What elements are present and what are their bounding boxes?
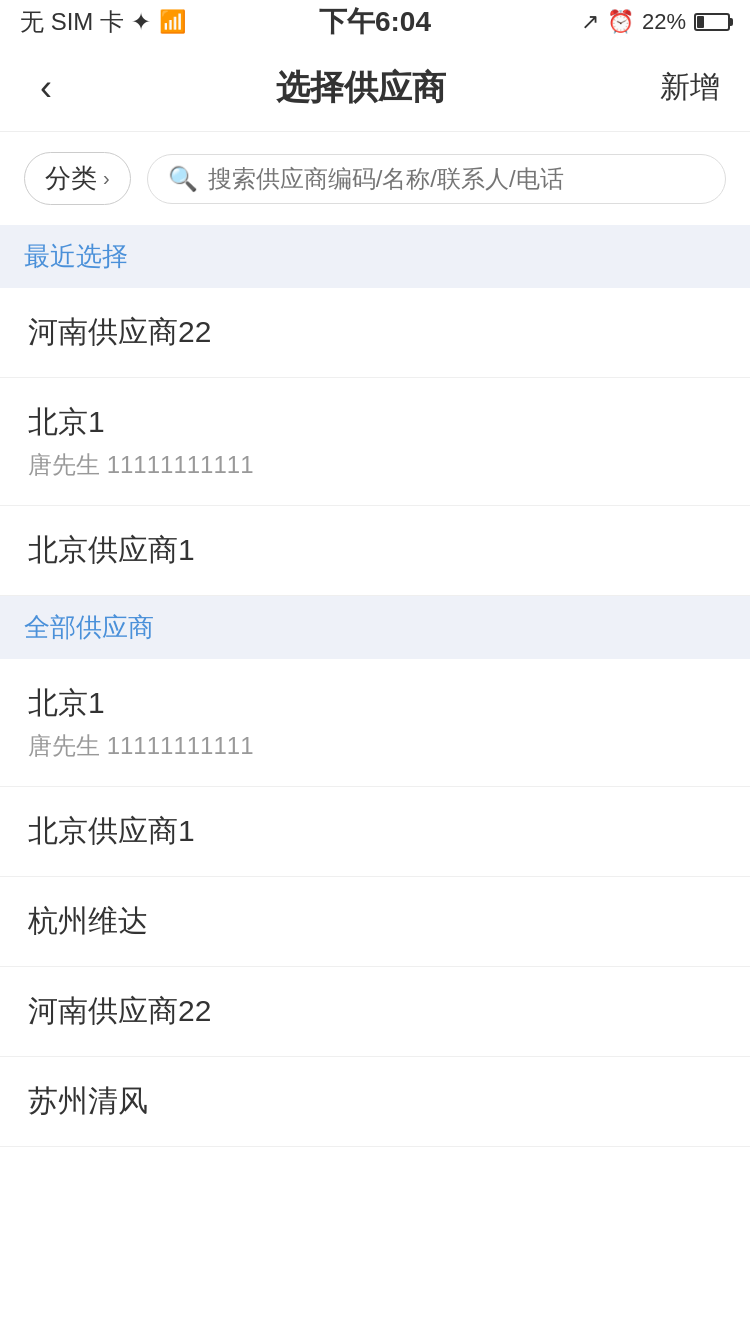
- battery-text: 22%: [642, 9, 686, 35]
- list-item[interactable]: 河南供应商22: [0, 288, 750, 378]
- recent-items-list: 河南供应商22 北京1 唐先生 11111111111 北京供应商1: [0, 288, 750, 596]
- status-left: 无 SIM 卡 ✦ 📶: [20, 6, 186, 38]
- recent-section-header: 最近选择: [0, 225, 750, 288]
- item-name: 河南供应商22: [28, 991, 722, 1032]
- item-name: 河南供应商22: [28, 312, 722, 353]
- chevron-right-icon: ›: [103, 167, 110, 190]
- item-name: 北京供应商1: [28, 811, 722, 852]
- status-time: 下午6:04: [319, 3, 431, 41]
- location-icon: ↗: [581, 9, 599, 35]
- list-item[interactable]: 杭州维达: [0, 877, 750, 967]
- add-button[interactable]: 新增: [660, 67, 720, 108]
- list-item[interactable]: 北京1 唐先生 11111111111: [0, 378, 750, 506]
- list-item[interactable]: 河南供应商22: [0, 967, 750, 1057]
- search-input[interactable]: [208, 165, 705, 193]
- all-section-header: 全部供应商: [0, 596, 750, 659]
- list-item[interactable]: 苏州清风: [0, 1057, 750, 1147]
- battery-icon: [694, 13, 730, 31]
- category-filter-button[interactable]: 分类 ›: [24, 152, 131, 205]
- search-box[interactable]: 🔍: [147, 154, 726, 204]
- filter-bar: 分类 › 🔍: [0, 132, 750, 225]
- back-button[interactable]: ‹: [30, 57, 62, 119]
- item-name: 北京1: [28, 683, 722, 724]
- search-icon: 🔍: [168, 165, 198, 193]
- category-label: 分类: [45, 161, 97, 196]
- all-section-label: 全部供应商: [24, 612, 154, 642]
- list-item[interactable]: 北京供应商1: [0, 506, 750, 596]
- list-item[interactable]: 北京1 唐先生 11111111111: [0, 659, 750, 787]
- status-bar: 无 SIM 卡 ✦ 📶 下午6:04 ↗ ⏰ 22%: [0, 0, 750, 44]
- item-name: 苏州清风: [28, 1081, 722, 1122]
- item-sub: 唐先生 11111111111: [28, 449, 722, 481]
- status-right: ↗ ⏰ 22%: [581, 9, 730, 35]
- no-sim-text: 无 SIM 卡 ✦: [20, 6, 151, 38]
- all-items-list: 北京1 唐先生 11111111111 北京供应商1 杭州维达 河南供应商22 …: [0, 659, 750, 1147]
- page-title: 选择供应商: [276, 65, 446, 111]
- item-sub: 唐先生 11111111111: [28, 730, 722, 762]
- item-name: 杭州维达: [28, 901, 722, 942]
- wifi-icon: 📶: [159, 9, 186, 35]
- item-name: 北京供应商1: [28, 530, 722, 571]
- list-item[interactable]: 北京供应商1: [0, 787, 750, 877]
- recent-section-label: 最近选择: [24, 241, 128, 271]
- item-name: 北京1: [28, 402, 722, 443]
- alarm-icon: ⏰: [607, 9, 634, 35]
- nav-bar: ‹ 选择供应商 新增: [0, 44, 750, 132]
